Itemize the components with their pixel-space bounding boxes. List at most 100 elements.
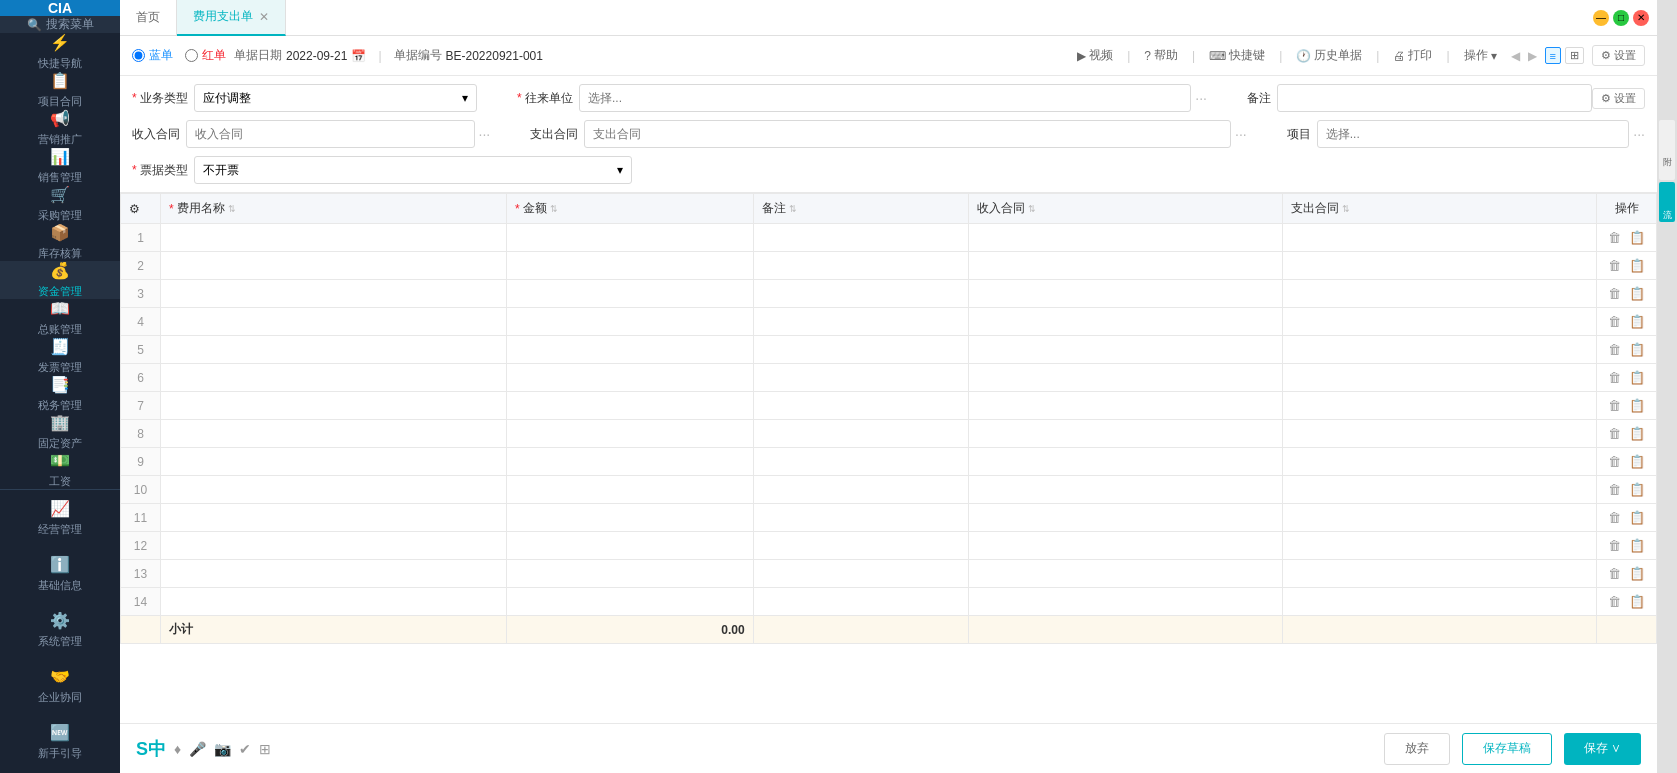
amount-cell[interactable] [506, 392, 753, 420]
copy-row-button[interactable]: 📋 [1629, 538, 1645, 553]
remark-input[interactable] [1277, 84, 1592, 112]
expense-name-cell[interactable] [161, 504, 507, 532]
expense-name-cell[interactable] [161, 336, 507, 364]
expense-contract-cell[interactable] [1282, 308, 1596, 336]
radio-blue-label[interactable]: 蓝单 [132, 47, 173, 64]
delete-row-button[interactable]: 🗑 [1608, 370, 1621, 385]
expense-name-cell[interactable] [161, 532, 507, 560]
nav-prev-button[interactable]: ◀ [1511, 49, 1520, 63]
window-maximize-button[interactable]: □ [1613, 10, 1629, 26]
expense-contract-more-button[interactable]: ··· [1235, 126, 1247, 142]
delete-row-button[interactable]: 🗑 [1608, 342, 1621, 357]
sidebar-item-tax[interactable]: 📑 税务管理 [0, 375, 120, 413]
calendar-icon[interactable]: 📅 [351, 49, 366, 63]
note-cell[interactable] [753, 224, 968, 252]
delete-row-button[interactable]: 🗑 [1608, 510, 1621, 525]
delete-row-button[interactable]: 🗑 [1608, 538, 1621, 553]
bottom-icon-mic[interactable]: 🎤 [189, 741, 206, 757]
sidebar-search[interactable]: 🔍 搜索菜单 [0, 16, 120, 33]
project-more-button[interactable]: ··· [1633, 126, 1645, 142]
delete-row-button[interactable]: 🗑 [1608, 454, 1621, 469]
expense-name-cell[interactable] [161, 280, 507, 308]
amount-cell[interactable] [506, 280, 753, 308]
radio-blue-input[interactable] [132, 49, 145, 62]
column-config-icon[interactable]: ⚙ [129, 202, 140, 216]
th-config[interactable]: ⚙ [121, 194, 161, 224]
window-close-button[interactable]: ✕ [1633, 10, 1649, 26]
help-button[interactable]: ? 帮助 [1138, 45, 1184, 66]
sidebar-item-sales[interactable]: 📊 销售管理 [0, 147, 120, 185]
expense-contract-cell[interactable] [1282, 224, 1596, 252]
copy-row-button[interactable]: 📋 [1629, 370, 1645, 385]
sidebar-item-sys-mgmt[interactable]: ⚙️ 系统管理 [0, 602, 120, 658]
bottom-icon-1[interactable]: ♦ [174, 741, 181, 757]
bottom-icon-check[interactable]: ✔ [239, 741, 251, 757]
amount-cell[interactable] [506, 336, 753, 364]
sidebar-item-basic-info[interactable]: ℹ️ 基础信息 [0, 546, 120, 602]
copy-row-button[interactable]: 📋 [1629, 258, 1645, 273]
copy-row-button[interactable]: 📋 [1629, 426, 1645, 441]
sidebar-item-payroll[interactable]: 💵 工资 [0, 451, 120, 489]
delete-row-button[interactable]: 🗑 [1608, 258, 1621, 273]
note-cell[interactable] [753, 252, 968, 280]
expense-contract-cell[interactable] [1282, 420, 1596, 448]
income-contract-cell[interactable] [968, 588, 1282, 616]
amount-cell[interactable] [506, 588, 753, 616]
sidebar-item-project-contract[interactable]: 📋 项目合同 [0, 71, 120, 109]
note-cell[interactable] [753, 336, 968, 364]
amount-cell[interactable] [506, 252, 753, 280]
shortcuts-button[interactable]: ⌨ 快捷键 [1203, 45, 1271, 66]
expense-name-cell[interactable] [161, 448, 507, 476]
copy-row-button[interactable]: 📋 [1629, 342, 1645, 357]
expense-contract-cell[interactable] [1282, 392, 1596, 420]
expense-contract-cell[interactable] [1282, 448, 1596, 476]
sidebar-item-ops[interactable]: 📈 经营管理 [0, 490, 120, 546]
right-panel-tab-2[interactable]: 流 [1659, 182, 1675, 222]
invoice-type-select[interactable]: 不开票 ▾ [194, 156, 632, 184]
tab-home[interactable]: 首页 [120, 0, 177, 36]
note-cell[interactable] [753, 560, 968, 588]
expense-name-cell[interactable] [161, 560, 507, 588]
copy-row-button[interactable]: 📋 [1629, 482, 1645, 497]
amount-cell[interactable] [506, 420, 753, 448]
copy-row-button[interactable]: 📋 [1629, 286, 1645, 301]
income-contract-cell[interactable] [968, 364, 1282, 392]
copy-row-button[interactable]: 📋 [1629, 230, 1645, 245]
copy-row-button[interactable]: 📋 [1629, 594, 1645, 609]
radio-red-input[interactable] [185, 49, 198, 62]
delete-row-button[interactable]: 🗑 [1608, 482, 1621, 497]
copy-row-button[interactable]: 📋 [1629, 314, 1645, 329]
sidebar-item-inventory[interactable]: 📦 库存核算 [0, 223, 120, 261]
video-button[interactable]: ▶ 视频 [1071, 45, 1119, 66]
copy-row-button[interactable]: 📋 [1629, 398, 1645, 413]
amount-cell[interactable] [506, 308, 753, 336]
save-draft-button[interactable]: 保存草稿 [1462, 733, 1552, 765]
income-contract-cell[interactable] [968, 420, 1282, 448]
note-cell[interactable] [753, 476, 968, 504]
income-contract-cell[interactable] [968, 224, 1282, 252]
view-list-button[interactable]: ≡ [1545, 47, 1561, 64]
note-cell[interactable] [753, 364, 968, 392]
note-cell[interactable] [753, 448, 968, 476]
copy-row-button[interactable]: 📋 [1629, 510, 1645, 525]
expense-contract-cell[interactable] [1282, 476, 1596, 504]
amount-cell[interactable] [506, 532, 753, 560]
sort-icon[interactable]: ⇅ [1028, 204, 1036, 214]
amount-cell[interactable] [506, 448, 753, 476]
expense-name-cell[interactable] [161, 252, 507, 280]
save-button[interactable]: 保存 ∨ [1564, 733, 1641, 765]
expense-contract-cell[interactable] [1282, 280, 1596, 308]
income-contract-cell[interactable] [968, 532, 1282, 560]
note-cell[interactable] [753, 308, 968, 336]
tab-expense[interactable]: 费用支出单 ✕ [177, 0, 286, 36]
delete-row-button[interactable]: 🗑 [1608, 314, 1621, 329]
income-contract-more-button[interactable]: ··· [479, 126, 491, 142]
tab-close-button[interactable]: ✕ [259, 10, 269, 24]
window-minimize-button[interactable]: — [1593, 10, 1609, 26]
expense-contract-cell[interactable] [1282, 252, 1596, 280]
bottom-icon-camera[interactable]: 📷 [214, 741, 231, 757]
sidebar-item-quick-nav[interactable]: ⚡ 快捷导航 [0, 33, 120, 71]
income-contract-cell[interactable] [968, 336, 1282, 364]
expense-name-cell[interactable] [161, 308, 507, 336]
income-contract-cell[interactable] [968, 280, 1282, 308]
